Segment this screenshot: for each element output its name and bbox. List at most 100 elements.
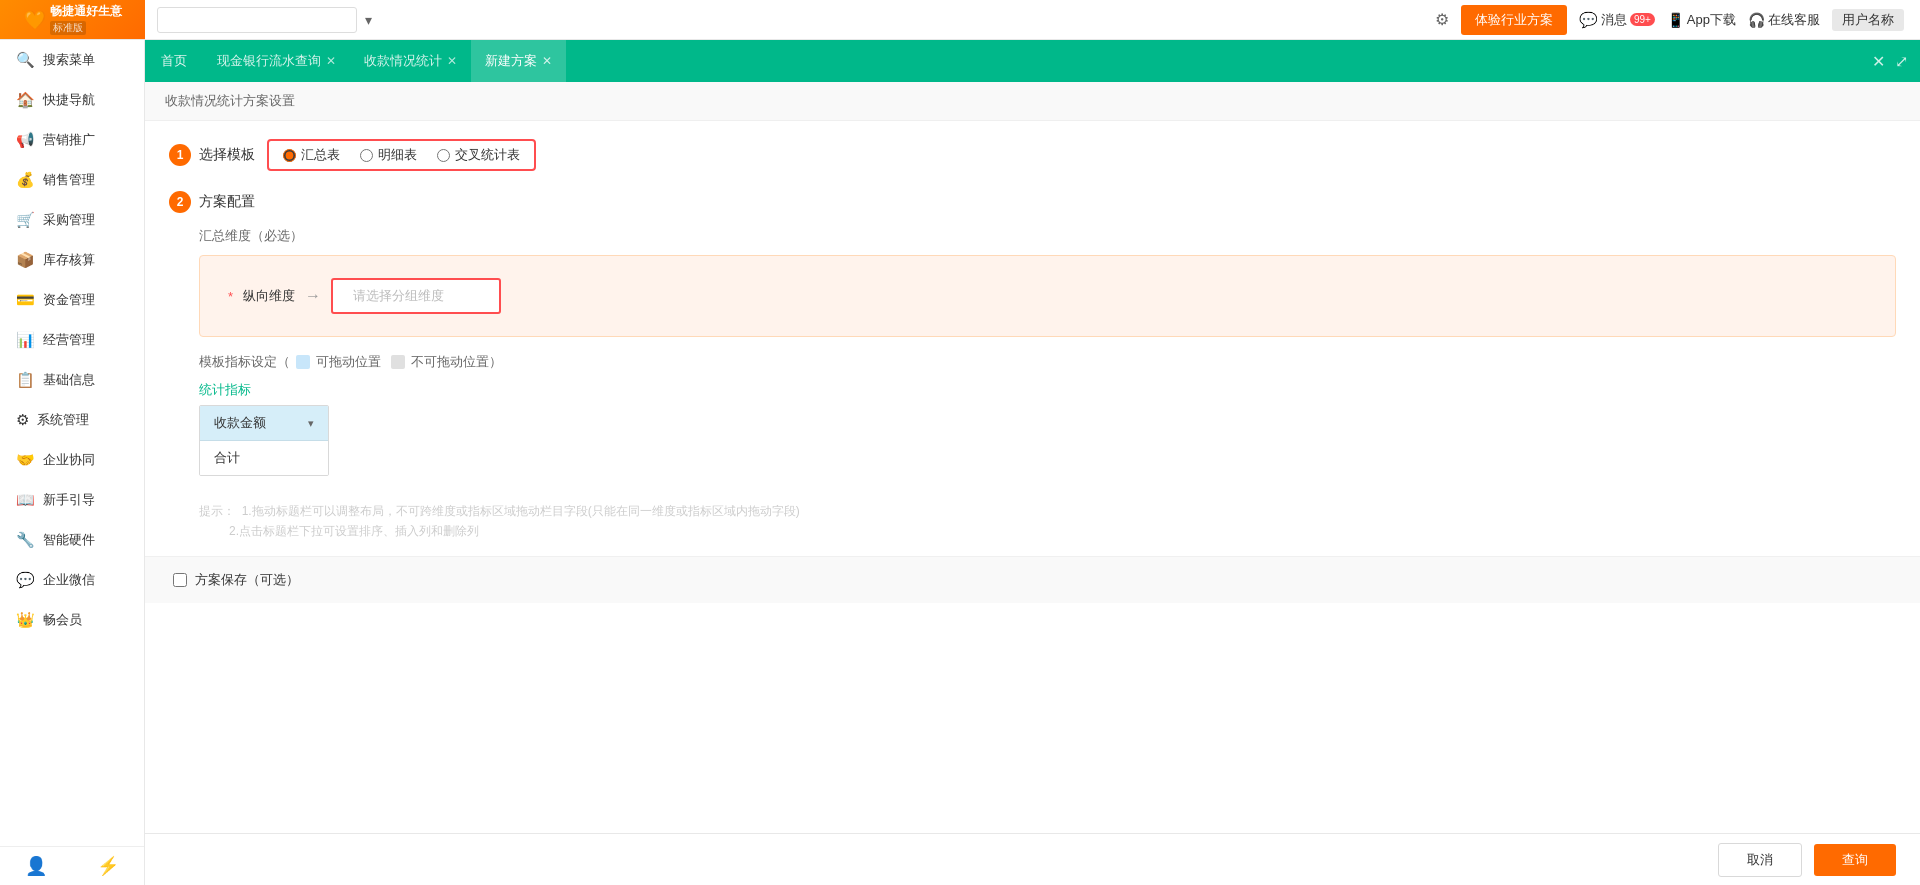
sidebar-item-inventory[interactable]: 📦 库存核算 [0, 240, 144, 280]
breadcrumb: 收款情况统计方案设置 [145, 82, 1920, 121]
sidebar-item-basics[interactable]: 📋 基础信息 [0, 360, 144, 400]
tab-cash-flow[interactable]: 现金银行流水查询 ✕ [203, 40, 350, 82]
sidebar-item-system[interactable]: ⚙ 系统管理 [0, 400, 144, 440]
metrics-section: 模板指标设定（ 可拖动位置 不可拖动位置） 统计指标 收款金额 [199, 353, 1896, 479]
purchase-icon: 🛒 [16, 211, 35, 229]
trial-btn[interactable]: 体验行业方案 [1461, 5, 1567, 35]
save-label: 方案保存（可选） [195, 571, 299, 589]
step1-label: 选择模板 [199, 146, 255, 164]
cancel-button[interactable]: 取消 [1718, 843, 1802, 877]
app-download-icon: 📱 [1667, 12, 1684, 28]
online-service-icon: 🎧 [1748, 12, 1765, 28]
tab-new-plan[interactable]: 新建方案 ✕ [471, 40, 566, 82]
tips-title: 提示： 1.拖动标题栏可以调整布局，不可跨维度或指标区域拖动栏目字段(只能在同一… [199, 503, 1896, 520]
metrics-header-text: 模板指标设定（ [199, 353, 290, 371]
sidebar-item-vip[interactable]: 👑 畅会员 [0, 600, 144, 640]
search-dropdown-icon[interactable]: ▾ [365, 12, 372, 28]
page-footer: 取消 查询 [145, 833, 1920, 885]
sidebar-label-basics: 基础信息 [43, 371, 95, 389]
sidebar-item-finance[interactable]: 💳 资金管理 [0, 280, 144, 320]
sales-icon: 💰 [16, 171, 35, 189]
dimension-title: 汇总维度（必选） [199, 227, 1896, 245]
sidebar-bottom-icon2[interactable]: ⚡ [97, 855, 119, 877]
sidebar-item-operations[interactable]: 📊 经营管理 [0, 320, 144, 360]
tab-expand-icon[interactable]: ⤢ [1895, 52, 1908, 71]
required-star: * [228, 289, 233, 304]
sidebar-label-collab: 企业协同 [43, 451, 95, 469]
tips-section: 提示： 1.拖动标题栏可以调整布局，不可跨维度或指标区域拖动栏目字段(只能在同一… [199, 503, 1896, 540]
collab-icon: 🤝 [16, 451, 35, 469]
msg-badge: 99+ [1630, 13, 1655, 26]
sidebar-label-search: 搜索菜单 [43, 51, 95, 69]
tab-receivables-label: 收款情况统计 [364, 52, 442, 70]
logo-subtitle: 标准版 [50, 21, 86, 35]
save-row: 方案保存（可选） [145, 557, 1920, 603]
sidebar-label-system: 系统管理 [37, 411, 89, 429]
sidebar-item-collab[interactable]: 🤝 企业协同 [0, 440, 144, 480]
dimension-select[interactable]: 请选择分组维度 [331, 278, 501, 314]
sidebar-item-guide[interactable]: 📖 新手引导 [0, 480, 144, 520]
stats-label: 统计指标 [199, 381, 1896, 399]
metrics-table: 收款金额 ▾ 合计 [199, 405, 329, 476]
dimension-section: 汇总维度（必选） * 纵向维度 → 请选择分组维度 [199, 227, 1896, 540]
tab-new-plan-label: 新建方案 [485, 52, 537, 70]
operations-icon: 📊 [16, 331, 35, 349]
user-name[interactable]: 用户名称 [1832, 9, 1904, 31]
logo-icon: 🧡 [24, 9, 46, 31]
msg-icon: 💬 [1579, 11, 1598, 29]
step2-label: 方案配置 [199, 193, 255, 211]
sidebar: 🔍 搜索菜单 🏠 快捷导航 📢 营销推广 💰 销售管理 🛒 采购管理 📦 库存核… [0, 40, 145, 885]
tab-close-all-icon[interactable]: ✕ [1872, 52, 1885, 71]
tab-cash-flow-close[interactable]: ✕ [326, 54, 336, 68]
tab-bar: 首页 现金银行流水查询 ✕ 收款情况统计 ✕ 新建方案 ✕ ✕ ⤢ [145, 40, 1920, 82]
sidebar-label-finance: 资金管理 [43, 291, 95, 309]
save-checkbox[interactable] [173, 573, 187, 587]
radio-cross[interactable]: 交叉统计表 [437, 146, 520, 164]
inventory-icon: 📦 [16, 251, 35, 269]
sidebar-label-wechat: 企业微信 [43, 571, 95, 589]
arrow-right-icon: → [305, 287, 321, 305]
metrics-total-label: 合计 [214, 450, 240, 465]
marketing-icon: 📢 [16, 131, 35, 149]
metrics-total-cell: 合计 [200, 441, 328, 475]
sidebar-item-hardware[interactable]: 🔧 智能硬件 [0, 520, 144, 560]
tab-receivables-close[interactable]: ✕ [447, 54, 457, 68]
sidebar-item-search[interactable]: 🔍 搜索菜单 [0, 40, 144, 80]
tab-cash-flow-label: 现金银行流水查询 [217, 52, 321, 70]
tab-receivables[interactable]: 收款情况统计 ✕ [350, 40, 471, 82]
metrics-header-cell[interactable]: 收款金额 ▾ [200, 406, 328, 441]
search-menu-icon: 🔍 [16, 51, 35, 69]
sidebar-item-purchase[interactable]: 🛒 采购管理 [0, 200, 144, 240]
sidebar-label-operations: 经营管理 [43, 331, 95, 349]
tab-home-label: 首页 [161, 52, 187, 70]
sidebar-item-marketing[interactable]: 📢 营销推广 [0, 120, 144, 160]
radio-summary[interactable]: 汇总表 [283, 146, 340, 164]
sidebar-item-sales[interactable]: 💰 销售管理 [0, 160, 144, 200]
app-download-item[interactable]: 📱 App下载 [1667, 11, 1736, 29]
gear-icon[interactable]: ⚙ [1435, 10, 1449, 29]
sidebar-item-home[interactable]: 🏠 快捷导航 [0, 80, 144, 120]
tab-new-plan-close[interactable]: ✕ [542, 54, 552, 68]
sidebar-label-hardware: 智能硬件 [43, 531, 95, 549]
radio-detail[interactable]: 明细表 [360, 146, 417, 164]
sidebar-bottom-icon1[interactable]: 👤 [25, 855, 47, 877]
msg-item[interactable]: 💬 消息 99+ [1579, 11, 1655, 29]
page-content: 收款情况统计方案设置 1 选择模板 汇总表 [145, 82, 1920, 833]
metrics-dropdown-icon: ▾ [308, 417, 314, 430]
radio-detail-label: 明细表 [378, 146, 417, 164]
search-input[interactable] [157, 7, 357, 33]
sidebar-label-sales: 销售管理 [43, 171, 95, 189]
metrics-col-name: 收款金额 [214, 414, 266, 432]
tab-home[interactable]: 首页 [145, 40, 203, 82]
online-service-item[interactable]: 🎧 在线客服 [1748, 11, 1820, 29]
breadcrumb-text: 收款情况统计方案设置 [165, 93, 295, 108]
sidebar-item-wechat[interactable]: 💬 企业微信 [0, 560, 144, 600]
app-logo: 🧡 畅捷通好生意 标准版 [0, 0, 145, 39]
orange-area: * 纵向维度 → 请选择分组维度 [199, 255, 1896, 337]
template-selection-box: 汇总表 明细表 交叉统计表 [267, 139, 536, 171]
vertical-dim-label: 纵向维度 [243, 287, 295, 305]
step2-num: 2 [169, 191, 191, 213]
radio-cross-label: 交叉统计表 [455, 146, 520, 164]
tips-line2: 2.点击标题栏下拉可设置排序、插入列和删除列 [199, 523, 1896, 540]
query-button[interactable]: 查询 [1814, 844, 1896, 876]
